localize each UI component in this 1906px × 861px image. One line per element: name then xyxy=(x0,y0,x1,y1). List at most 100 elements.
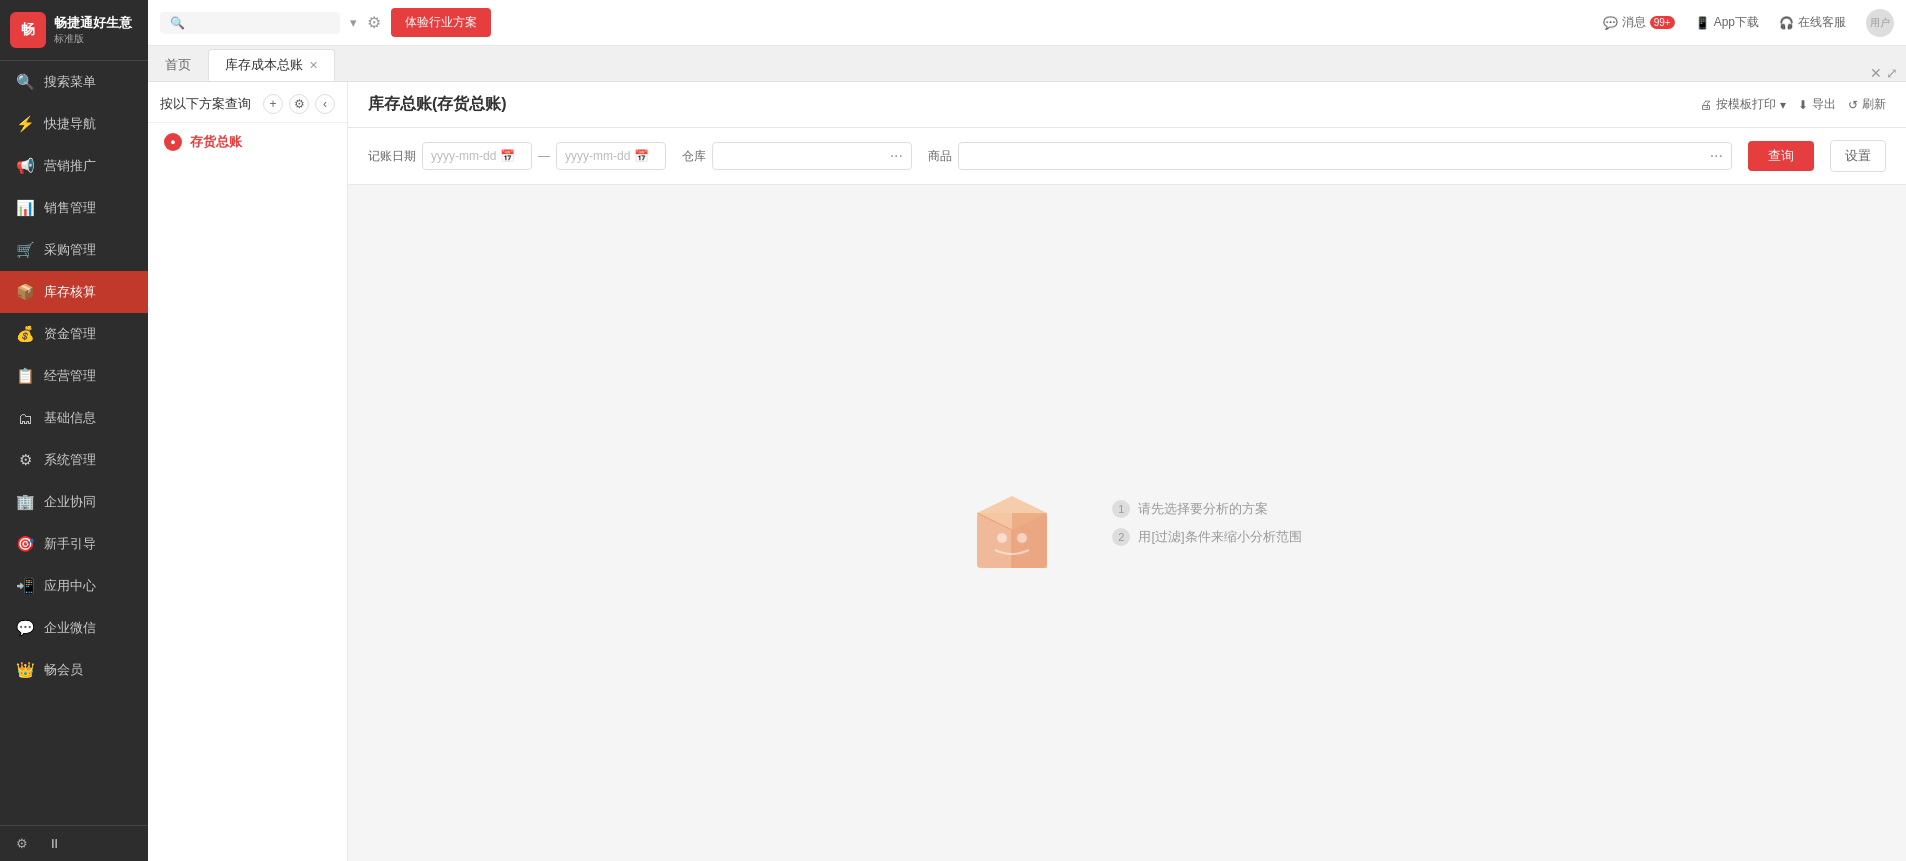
empty-tip-2: 2 用[过滤]条件来缩小分析范围 xyxy=(1112,528,1301,546)
sidebar-item-wechat[interactable]: 💬 企业微信 xyxy=(0,607,148,649)
tip-num-1: 1 xyxy=(1112,500,1130,518)
tip-text-1: 请先选择要分析的方案 xyxy=(1138,500,1268,518)
tabbar: 首页 库存成本总账 ✕ ✕ ⤢ xyxy=(148,46,1906,82)
filter-settings-button[interactable]: ⚙ xyxy=(289,94,309,114)
sidebar-item-system[interactable]: ⚙ 系统管理 xyxy=(0,439,148,481)
online-service-button[interactable]: 🎧 在线客服 xyxy=(1779,14,1846,31)
sidebar-item-vip[interactable]: 👑 畅会员 xyxy=(0,649,148,691)
sidebar-label: 新手引导 xyxy=(44,535,132,553)
sidebar-item-app-center[interactable]: 📲 应用中心 xyxy=(0,565,148,607)
calendar-start-icon[interactable]: 📅 xyxy=(500,149,515,163)
message-button[interactable]: 💬 消息 99+ xyxy=(1603,14,1675,31)
inventory-icon: 📦 xyxy=(16,283,34,301)
empty-tip-1: 1 请先选择要分析的方案 xyxy=(1112,500,1301,518)
tip-num-2: 2 xyxy=(1112,528,1130,546)
system-icon: ⚙ xyxy=(16,451,34,469)
empty-state: 1 请先选择要分析的方案 2 用[过滤]条件来缩小分析范围 xyxy=(348,185,1906,861)
empty-illustration xyxy=(952,463,1072,583)
sidebar-label: 企业微信 xyxy=(44,619,132,637)
app-center-icon: 📲 xyxy=(16,577,34,595)
setting-button[interactable]: 设置 xyxy=(1830,140,1886,172)
print-icon: 🖨 xyxy=(1700,98,1712,112)
sidebar-label: 经营管理 xyxy=(44,367,132,385)
user-avatar[interactable]: 用户 xyxy=(1866,9,1894,37)
filter-item-inventory-ledger[interactable]: ● 存货总账 xyxy=(148,123,347,161)
collapse-icon[interactable]: ⏸ xyxy=(48,836,61,851)
tab-inventory-cost[interactable]: 库存成本总账 ✕ xyxy=(208,49,335,81)
sales-icon: 📊 xyxy=(16,199,34,217)
sidebar-label: 快捷导航 xyxy=(44,115,132,133)
industry-solution-button[interactable]: 体验行业方案 xyxy=(391,8,491,37)
topbar-search-icon: 🔍 xyxy=(170,16,185,30)
tab-close-all-icon[interactable]: ✕ xyxy=(1870,65,1882,81)
refresh-button[interactable]: ↺ 刷新 xyxy=(1848,96,1886,113)
product-more-icon[interactable]: ··· xyxy=(1710,147,1723,165)
filter-item-icon: ● xyxy=(164,133,182,151)
main-area: 🔍 ▾ ⚙ 体验行业方案 💬 消息 99+ 📱 App下载 🎧 在线客服 用户 xyxy=(148,0,1906,861)
online-service-label: 在线客服 xyxy=(1798,14,1846,31)
topbar-gear-icon[interactable]: ⚙ xyxy=(367,13,381,32)
product-label: 商品 xyxy=(928,148,952,165)
tab-close-icon[interactable]: ✕ xyxy=(309,59,318,72)
sidebar-item-search-menu[interactable]: 🔍 搜索菜单 xyxy=(0,61,148,103)
logo-icon: 畅 xyxy=(10,12,46,48)
export-button[interactable]: ⬇ 导出 xyxy=(1798,96,1836,113)
product-input[interactable]: ··· xyxy=(958,142,1732,170)
date-start-placeholder: yyyy-mm-dd xyxy=(431,149,496,163)
tip-text-2: 用[过滤]条件来缩小分析范围 xyxy=(1138,528,1301,546)
tab-home[interactable]: 首页 xyxy=(148,49,208,81)
sidebar-item-enterprise[interactable]: 🏢 企业协同 xyxy=(0,481,148,523)
sidebar-item-finance[interactable]: 💰 资金管理 xyxy=(0,313,148,355)
date-start-input[interactable]: yyyy-mm-dd 📅 xyxy=(422,142,532,170)
wechat-icon: 💬 xyxy=(16,619,34,637)
content-area: 按以下方案查询 + ⚙ ‹ ● 存货总账 库存总账(存货总账) xyxy=(148,82,1906,861)
sidebar-item-quick-nav[interactable]: ⚡ 快捷导航 xyxy=(0,103,148,145)
date-separator: — xyxy=(538,149,550,163)
empty-tips: 1 请先选择要分析的方案 2 用[过滤]条件来缩小分析范围 xyxy=(1112,500,1301,546)
sidebar-item-purchase[interactable]: 🛒 采购管理 xyxy=(0,229,148,271)
finance-icon: 💰 xyxy=(16,325,34,343)
quick-nav-icon: ⚡ xyxy=(16,115,34,133)
warehouse-label: 仓库 xyxy=(682,148,706,165)
operation-icon: 📋 xyxy=(16,367,34,385)
sidebar-label: 营销推广 xyxy=(44,157,132,175)
sidebar-item-marketing[interactable]: 📢 营销推广 xyxy=(0,145,148,187)
page-title: 库存总账(存货总账) xyxy=(368,94,1700,115)
filter-header-label: 按以下方案查询 xyxy=(160,95,251,113)
warehouse-more-icon[interactable]: ··· xyxy=(890,147,903,165)
svg-point-5 xyxy=(997,533,1007,543)
sidebar-label: 资金管理 xyxy=(44,325,132,343)
purchase-icon: 🛒 xyxy=(16,241,34,259)
sidebar-item-inventory[interactable]: 📦 库存核算 xyxy=(0,271,148,313)
sidebar-label: 系统管理 xyxy=(44,451,132,469)
topbar-search-box: 🔍 xyxy=(160,12,340,34)
avatar-text: 用户 xyxy=(1870,16,1890,30)
sidebar-item-guide[interactable]: 🎯 新手引导 xyxy=(0,523,148,565)
topbar-chevron-icon[interactable]: ▾ xyxy=(350,15,357,30)
app-title: 畅捷通好生意 xyxy=(54,15,132,32)
tab-expand-icon[interactable]: ⤢ xyxy=(1886,65,1898,81)
warehouse-input[interactable]: ··· xyxy=(712,142,912,170)
empty-box-svg xyxy=(957,468,1067,578)
sidebar-item-operation[interactable]: 📋 经营管理 xyxy=(0,355,148,397)
date-field: 记账日期 yyyy-mm-dd 📅 — yyyy-mm-dd 📅 xyxy=(368,142,666,170)
sidebar-label: 搜索菜单 xyxy=(44,73,132,91)
guide-icon: 🎯 xyxy=(16,535,34,553)
filter-panel: 按以下方案查询 + ⚙ ‹ ● 存货总账 xyxy=(148,82,348,861)
main-content: 库存总账(存货总账) 🖨 按模板打印 ▾ ⬇ 导出 ↺ 刷新 xyxy=(348,82,1906,861)
sidebar-label: 企业协同 xyxy=(44,493,132,511)
calendar-end-icon[interactable]: 📅 xyxy=(634,149,649,163)
sidebar-item-basic-info[interactable]: 🗂 基础信息 xyxy=(0,397,148,439)
filter-collapse-button[interactable]: ‹ xyxy=(315,94,335,114)
print-button[interactable]: 🖨 按模板打印 ▾ xyxy=(1700,96,1786,113)
app-logo: 畅 畅捷通好生意 标准版 xyxy=(0,0,148,61)
sidebar-label: 应用中心 xyxy=(44,577,132,595)
filter-add-button[interactable]: + xyxy=(263,94,283,114)
settings-icon[interactable]: ⚙ xyxy=(16,836,28,851)
query-button[interactable]: 查询 xyxy=(1748,141,1814,171)
app-download-button[interactable]: 📱 App下载 xyxy=(1695,14,1759,31)
svg-rect-2 xyxy=(1012,513,1047,568)
message-icon: 💬 xyxy=(1603,16,1618,30)
sidebar-item-sales[interactable]: 📊 销售管理 xyxy=(0,187,148,229)
date-end-input[interactable]: yyyy-mm-dd 📅 xyxy=(556,142,666,170)
